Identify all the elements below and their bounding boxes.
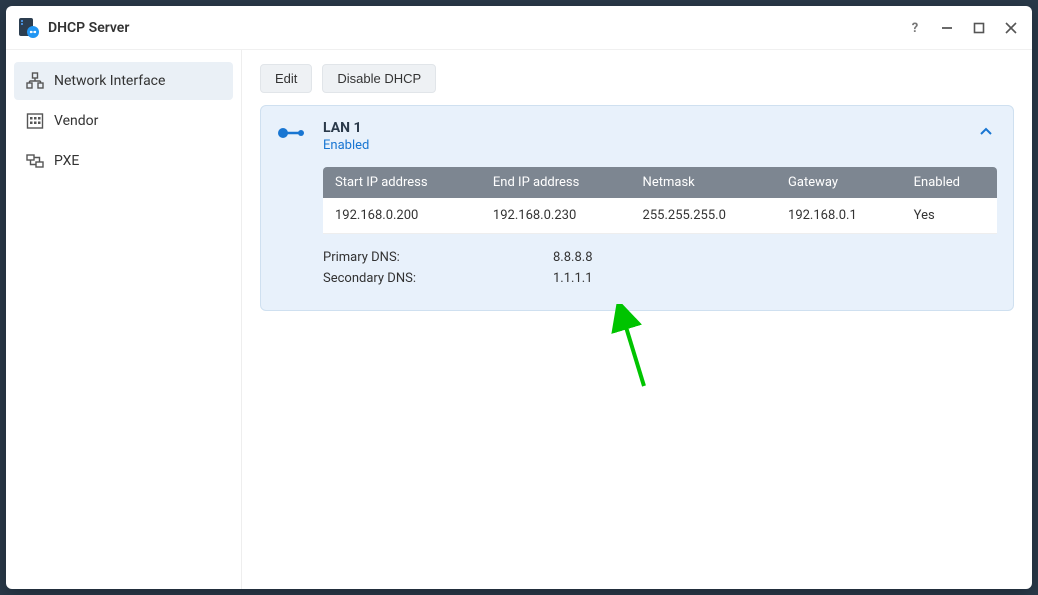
edit-button[interactable]: Edit (260, 64, 312, 93)
pxe-icon (26, 152, 44, 170)
cell-gateway: 192.168.0.1 (776, 198, 902, 234)
cell-end-ip: 192.168.0.230 (481, 198, 631, 234)
app-icon (18, 17, 40, 39)
col-end-ip: End IP address (481, 167, 631, 198)
col-enabled: Enabled (902, 167, 997, 198)
interface-status: Enabled (323, 138, 369, 153)
window-controls: ? (906, 19, 1020, 37)
chevron-up-icon[interactable] (975, 120, 997, 147)
table-header-row: Start IP address End IP address Netmask … (323, 167, 997, 198)
secondary-dns-value: 1.1.1.1 (553, 271, 593, 286)
sidebar-item-label: Network Interface (54, 73, 165, 89)
cell-start-ip: 192.168.0.200 (323, 198, 481, 234)
ip-range-table: Start IP address End IP address Netmask … (323, 167, 997, 234)
sidebar-item-label: Vendor (54, 113, 98, 129)
sidebar-item-vendor[interactable]: Vendor (14, 102, 233, 140)
sidebar-item-label: PXE (54, 153, 79, 169)
sidebar-item-network-interface[interactable]: Network Interface (14, 62, 233, 100)
main-pane: Edit Disable DHCP LAN 1 Enabled (242, 50, 1032, 589)
col-netmask: Netmask (631, 167, 776, 198)
disable-dhcp-button[interactable]: Disable DHCP (322, 64, 436, 93)
close-icon[interactable] (1002, 19, 1020, 37)
secondary-dns-label: Secondary DNS: (323, 271, 553, 286)
sidebar: Network Interface Vendor PXE (6, 50, 242, 589)
primary-dns-row: Primary DNS: 8.8.8.8 (323, 250, 997, 265)
app-title: DHCP Server (48, 20, 906, 36)
primary-dns-label: Primary DNS: (323, 250, 553, 265)
sidebar-item-pxe[interactable]: PXE (14, 142, 233, 180)
secondary-dns-row: Secondary DNS: 1.1.1.1 (323, 271, 997, 286)
minimize-icon[interactable] (938, 19, 956, 37)
cell-enabled: Yes (902, 198, 997, 234)
maximize-icon[interactable] (970, 19, 988, 37)
panel-title-block: LAN 1 Enabled (323, 120, 369, 153)
svg-text:?: ? (912, 21, 918, 35)
panel-header: LAN 1 Enabled (277, 120, 997, 153)
lan-panel: LAN 1 Enabled Start IP address End IP ad… (260, 105, 1014, 311)
dns-info: Primary DNS: 8.8.8.8 Secondary DNS: 1.1.… (323, 250, 997, 286)
help-icon[interactable]: ? (906, 19, 924, 37)
cell-netmask: 255.255.255.0 (631, 198, 776, 234)
titlebar: DHCP Server ? (6, 6, 1032, 50)
vendor-icon (26, 112, 44, 130)
primary-dns-value: 8.8.8.8 (553, 250, 593, 265)
network-icon (26, 72, 44, 90)
app-window: DHCP Server ? Network Interface (6, 6, 1032, 589)
content-area: Network Interface Vendor PXE Edit Disabl… (6, 50, 1032, 589)
connection-icon (277, 124, 307, 146)
col-gateway: Gateway (776, 167, 902, 198)
interface-name: LAN 1 (323, 120, 369, 136)
col-start-ip: Start IP address (323, 167, 481, 198)
toolbar: Edit Disable DHCP (260, 64, 1014, 93)
table-row[interactable]: 192.168.0.200 192.168.0.230 255.255.255.… (323, 198, 997, 234)
